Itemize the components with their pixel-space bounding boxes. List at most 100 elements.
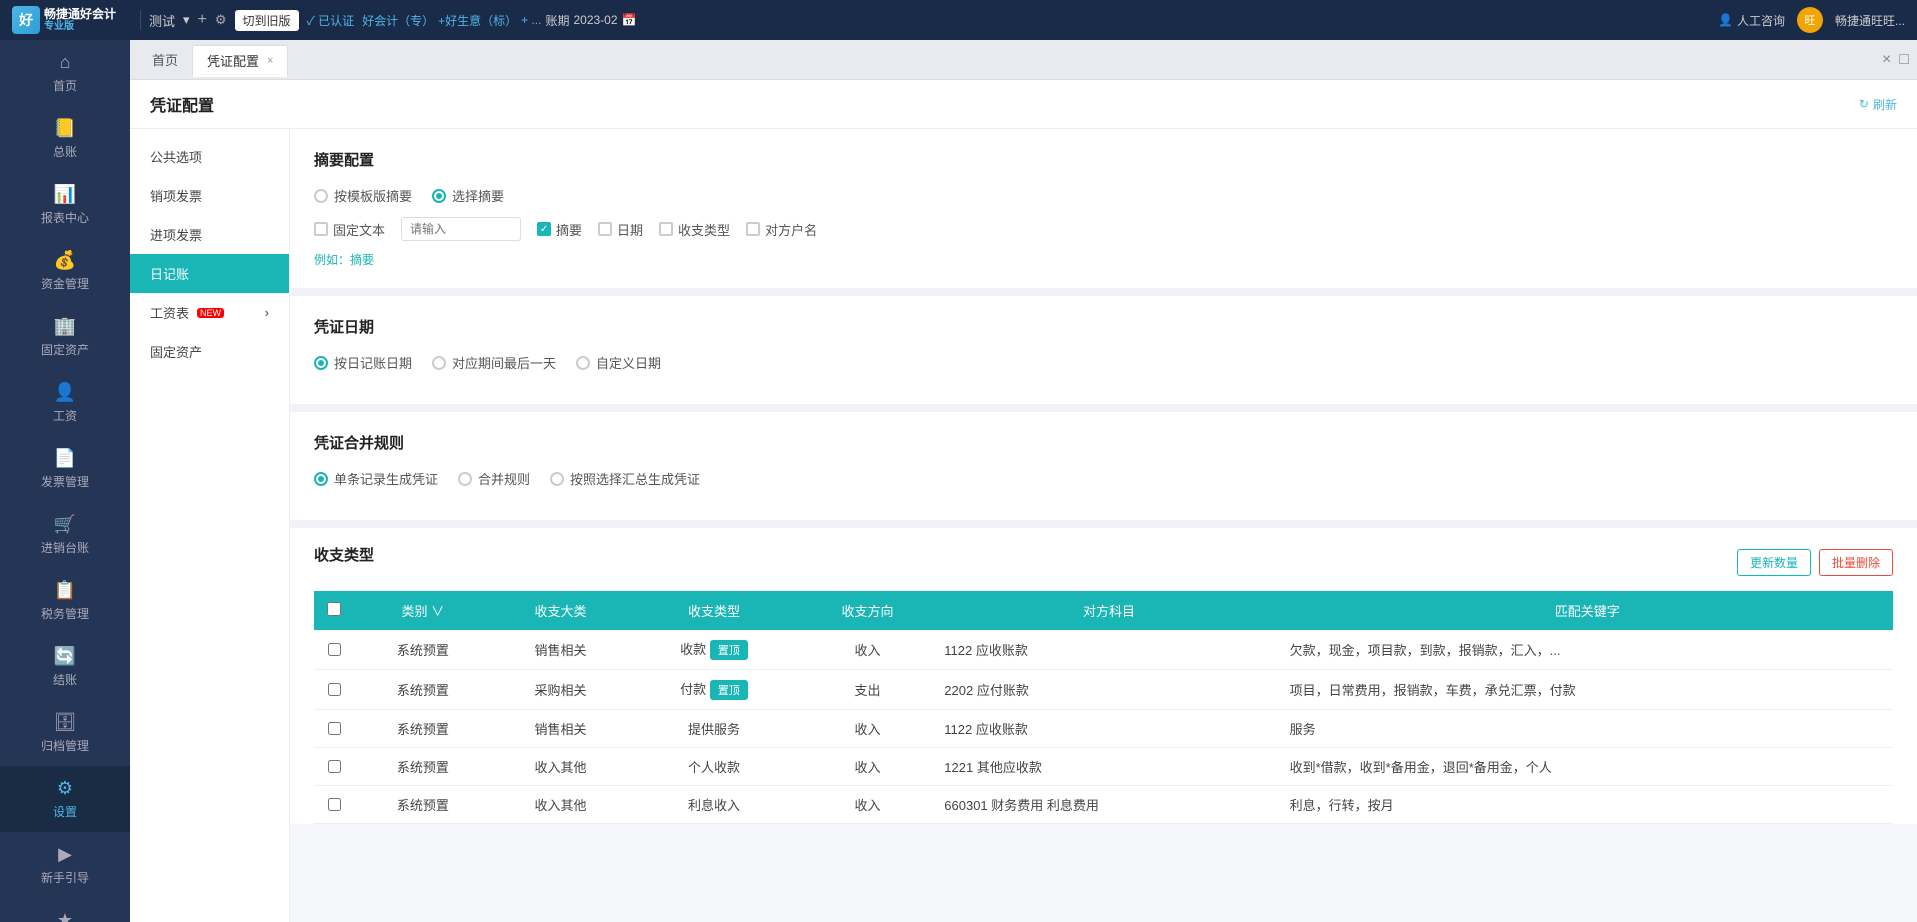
checkbox-date-box <box>598 222 612 236</box>
merge-rules-radio-group: 单条记录生成凭证 合并规则 按照选择汇总生成凭证 <box>314 469 1893 488</box>
sidebar-item-archive[interactable]: 🗄 归档管理 <box>0 700 130 766</box>
page-header: 凭证配置 ↻ 刷新 <box>130 80 1917 129</box>
member-icon: ★ <box>57 910 73 922</box>
radio-template[interactable]: 按模板版摘要 <box>314 186 412 205</box>
assets-icon: 🏢 <box>54 316 76 337</box>
tab-restore-icon[interactable]: × <box>1882 51 1891 69</box>
sidebar-item-funds[interactable]: 💰 资金管理 <box>0 238 130 304</box>
delete-btn[interactable]: 批量删除 <box>1819 549 1893 576</box>
refresh-btn[interactable]: ↻ 刷新 <box>1859 96 1897 113</box>
sidebar-item-tax[interactable]: 📋 税务管理 <box>0 568 130 634</box>
sidebar-item-invoice[interactable]: 📄 发票管理 <box>0 436 130 502</box>
radio-merge[interactable]: 合并规则 <box>458 469 530 488</box>
header-username: 畅捷通旺旺... <box>1835 12 1905 29</box>
sidebar-item-settings[interactable]: ⚙ 设置 <box>0 766 130 832</box>
tab-voucher-config[interactable]: 凭证配置 × <box>192 45 288 77</box>
checkbox-summary[interactable]: ✓ 摘要 <box>537 220 582 239</box>
checkbox-counterparty[interactable]: 对方户名 <box>746 220 817 239</box>
radio-summary-gen-circle <box>550 472 564 486</box>
voucher-date-section: 凭证日期 按日记账日期 对应期间最后一天 自定义日期 <box>290 296 1917 412</box>
left-nav-salary-table[interactable]: 工资表 NEW › <box>130 293 289 332</box>
sidebar-item-reports[interactable]: 📊 报表中心 <box>0 172 130 238</box>
row-checkbox-4[interactable] <box>328 798 341 811</box>
cell-checkbox-1 <box>314 670 354 710</box>
table-action-btns: 更新数量 批量删除 <box>1737 549 1893 576</box>
cell-type-3: 个人收款 <box>629 748 798 786</box>
table-header-row: 收支类型 更新数量 批量删除 <box>314 544 1893 581</box>
radio-journal-date[interactable]: 按日记账日期 <box>314 353 412 372</box>
checkbox-fixed-text-box <box>314 222 328 236</box>
tab-bar: 首页 凭证配置 × × □ <box>130 40 1917 80</box>
tab-home[interactable]: 首页 <box>138 44 192 76</box>
select-all-checkbox[interactable] <box>327 602 341 616</box>
th-checkbox <box>314 591 354 630</box>
radio-summary-gen[interactable]: 按照选择汇总生成凭证 <box>550 469 700 488</box>
sidebar-item-member[interactable]: ★ 畅会员 <box>0 898 130 922</box>
sidebar-item-settlement[interactable]: 🔄 结账 <box>0 634 130 700</box>
logo: 好 畅捷通好会计 专业版 <box>12 6 132 34</box>
page-title: 凭证配置 <box>150 92 214 116</box>
header-support-btn[interactable]: 👤 人工咨询 <box>1718 12 1785 29</box>
radio-single[interactable]: 单条记录生成凭证 <box>314 469 438 488</box>
update-btn[interactable]: 更新数量 <box>1737 549 1811 576</box>
cell-account-0: 1122 应收账款 <box>936 630 1281 670</box>
tab-close-icon[interactable]: × <box>267 55 273 67</box>
left-nav-public[interactable]: 公共选项 <box>130 137 289 176</box>
th-direction: 收支方向 <box>799 591 937 630</box>
radio-custom-date[interactable]: 自定义日期 <box>576 353 661 372</box>
header-settings-btn[interactable]: ⚙ <box>215 12 227 28</box>
row-checkbox-0[interactable] <box>328 643 341 656</box>
settlement-icon: 🔄 <box>54 646 76 667</box>
sidebar-item-home[interactable]: ⌂ 首页 <box>0 40 130 106</box>
checkbox-date[interactable]: 日期 <box>598 220 643 239</box>
radio-period-last[interactable]: 对应期间最后一天 <box>432 353 556 372</box>
cell-direction-3: 收入 <box>799 748 937 786</box>
checkbox-income-type[interactable]: 收支类型 <box>659 220 730 239</box>
header-switch-btn[interactable]: 切到旧版 <box>235 10 299 31</box>
radio-single-circle <box>314 472 328 486</box>
merge-rules-section: 凭证合并规则 单条记录生成凭证 合并规则 按照选择汇总生成凭证 <box>290 412 1917 528</box>
left-nav-sales-invoice[interactable]: 销项发票 <box>130 176 289 215</box>
left-nav-journal[interactable]: 日记账 <box>130 254 289 293</box>
sidebar-item-salary[interactable]: 👤 工资 <box>0 370 130 436</box>
cell-keywords-4: 利息，行转，按月 <box>1282 786 1893 824</box>
right-content: 摘要配置 按模板版摘要 选择摘要 <box>290 129 1917 922</box>
fixed-text-input[interactable] <box>401 217 521 241</box>
header-dropdown-btn[interactable]: ▾ <box>183 12 190 28</box>
sidebar-item-purchase[interactable]: 🛒 进销台账 <box>0 502 130 568</box>
cell-keywords-0: 欠款，现金，项目款，到款，报销款，汇入，... <box>1282 630 1893 670</box>
th-type: 收支类型 <box>629 591 798 630</box>
radio-journal-date-circle <box>314 356 328 370</box>
checkbox-fixed-text[interactable]: 固定文本 <box>314 220 385 239</box>
tab-maximize-icon[interactable]: □ <box>1899 51 1909 69</box>
header-tab-name: 测试 <box>149 11 175 30</box>
table-row: 系统预置 收入其他 个人收款 收入 1221 其他应收款 收到*借款，收到*备用… <box>314 748 1893 786</box>
content-area: 首页 凭证配置 × × □ 凭证配置 ↻ 刷新 公共选项 <box>130 40 1917 922</box>
row-checkbox-1[interactable] <box>328 683 341 696</box>
radio-merge-circle <box>458 472 472 486</box>
header-add-btn[interactable]: + <box>198 11 207 29</box>
tab-bar-right: × □ <box>1882 51 1909 69</box>
radio-period-last-circle <box>432 356 446 370</box>
cell-account-3: 1221 其他应收款 <box>936 748 1281 786</box>
top-header: 好 畅捷通好会计 专业版 测试 ▾ + ⚙ 切到旧版 ✓ 已认证 好会计（专） … <box>0 0 1917 40</box>
income-expense-table: 类别 ∨ 收支大类 收支类型 收支方向 对方科目 匹配关键字 <box>314 591 1893 824</box>
radio-select[interactable]: 选择摘要 <box>432 186 504 205</box>
sidebar-item-assets[interactable]: 🏢 固定资产 <box>0 304 130 370</box>
sidebar-item-guide[interactable]: ▶ 新手引导 <box>0 832 130 898</box>
ledger-icon: 📒 <box>54 118 76 139</box>
sidebar-item-ledger[interactable]: 📒 总账 <box>0 106 130 172</box>
example-text: 例如：摘要 <box>314 251 1893 268</box>
type-tag-btn-0[interactable]: 置顶 <box>710 640 748 660</box>
reports-icon: 📊 <box>54 184 76 205</box>
left-nav-purchase-invoice[interactable]: 进项发票 <box>130 215 289 254</box>
header-avatar: 旺 <box>1797 7 1823 33</box>
invoice-icon: 📄 <box>54 448 76 469</box>
type-tag-btn-1[interactable]: 置顶 <box>710 680 748 700</box>
left-nav-fixed-assets[interactable]: 固定资产 <box>130 332 289 371</box>
row-checkbox-2[interactable] <box>328 722 341 735</box>
row-checkbox-3[interactable] <box>328 760 341 773</box>
header-tag2: +好生意（标） <box>438 12 517 29</box>
left-nav: 公共选项 销项发票 进项发票 日记账 工资表 NEW › <box>130 129 290 922</box>
settings-icon: ⚙ <box>57 778 73 799</box>
